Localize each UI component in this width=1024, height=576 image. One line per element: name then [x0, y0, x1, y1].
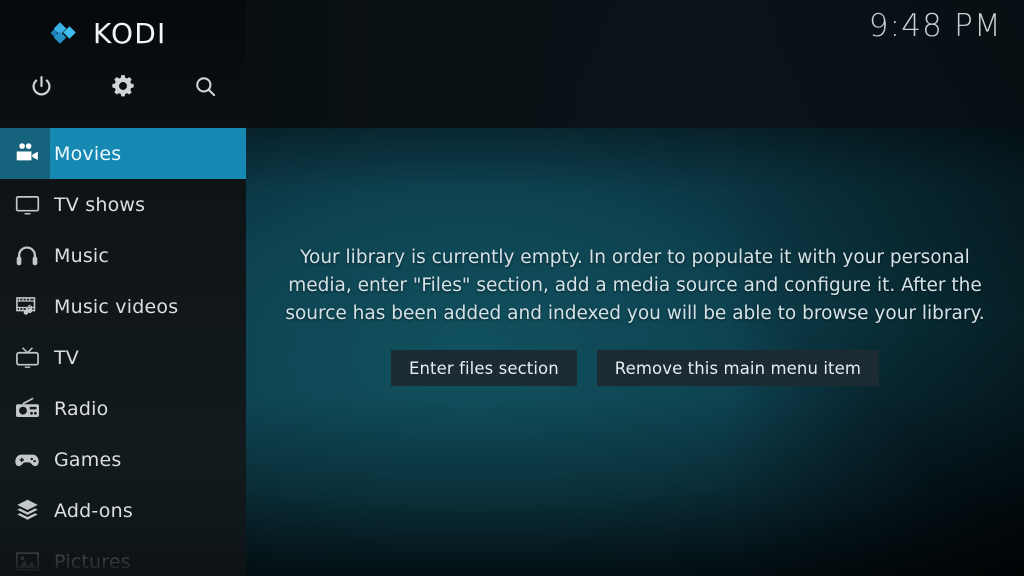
- retro-tv-icon: [0, 332, 50, 383]
- action-button-row: Enter files section Remove this main men…: [390, 350, 880, 386]
- sidebar-item-label: Add-ons: [54, 499, 133, 522]
- remove-main-menu-item-button[interactable]: Remove this main menu item: [596, 350, 880, 386]
- sidebar-item-label: Movies: [54, 142, 122, 165]
- headphones-icon: [0, 230, 50, 281]
- power-button[interactable]: [0, 60, 82, 112]
- sidebar-item-label: Music videos: [54, 295, 179, 318]
- sidebar-item-label: TV shows: [54, 193, 146, 216]
- enter-files-section-button[interactable]: Enter files section: [390, 350, 577, 386]
- sidebar-item-label: Radio: [54, 397, 109, 420]
- radio-icon: [0, 383, 50, 434]
- sidebar-item-label: TV: [54, 346, 80, 369]
- empty-library-message: Your library is currently empty. In orde…: [285, 247, 985, 324]
- movie-camera-icon: [0, 128, 50, 179]
- gear-icon: [110, 73, 136, 99]
- sidebar-item-label: Music: [54, 244, 110, 267]
- addon-box-icon: [0, 485, 50, 536]
- kodi-brand: KODI: [48, 12, 167, 54]
- kodi-wordmark: KODI: [93, 16, 167, 50]
- settings-button[interactable]: [82, 60, 164, 112]
- sidebar-item-pictures[interactable]: Pictures: [0, 536, 246, 576]
- sidebar-item-label: Games: [54, 448, 122, 471]
- kodi-app-window: KODI 9:48 PM Movies TV shows Music Music…: [0, 0, 1024, 576]
- power-icon: [29, 74, 54, 99]
- kodi-logo-icon: [48, 17, 82, 49]
- television-icon: [0, 179, 50, 230]
- sidebar-item-music[interactable]: Music: [0, 230, 246, 281]
- sidebar-item-tv[interactable]: TV: [0, 332, 246, 383]
- film-music-icon: [0, 281, 50, 332]
- main-content-area: Your library is currently empty. In orde…: [246, 128, 1024, 576]
- sidebar-item-label: Pictures: [54, 550, 131, 573]
- sidebar-item-add-ons[interactable]: Add-ons: [0, 485, 246, 536]
- main-menu-list: Movies TV shows Music Music videos TV Radio Ga…: [0, 128, 246, 576]
- search-button[interactable]: [164, 60, 246, 112]
- sidebar-item-radio[interactable]: Radio: [0, 383, 246, 434]
- clock: 9:48 PM: [868, 8, 1002, 44]
- sidebar-item-games[interactable]: Games: [0, 434, 246, 485]
- header-toolbar: [0, 60, 246, 112]
- gamepad-icon: [0, 434, 50, 485]
- pictures-icon: [0, 536, 50, 576]
- main-menu-sidebar[interactable]: Movies TV shows Music Music videos TV Radio Ga…: [0, 128, 246, 576]
- search-icon: [193, 74, 218, 99]
- sidebar-item-tv-shows[interactable]: TV shows: [0, 179, 246, 230]
- sidebar-item-movies[interactable]: Movies: [0, 128, 246, 179]
- sidebar-item-music-videos[interactable]: Music videos: [0, 281, 246, 332]
